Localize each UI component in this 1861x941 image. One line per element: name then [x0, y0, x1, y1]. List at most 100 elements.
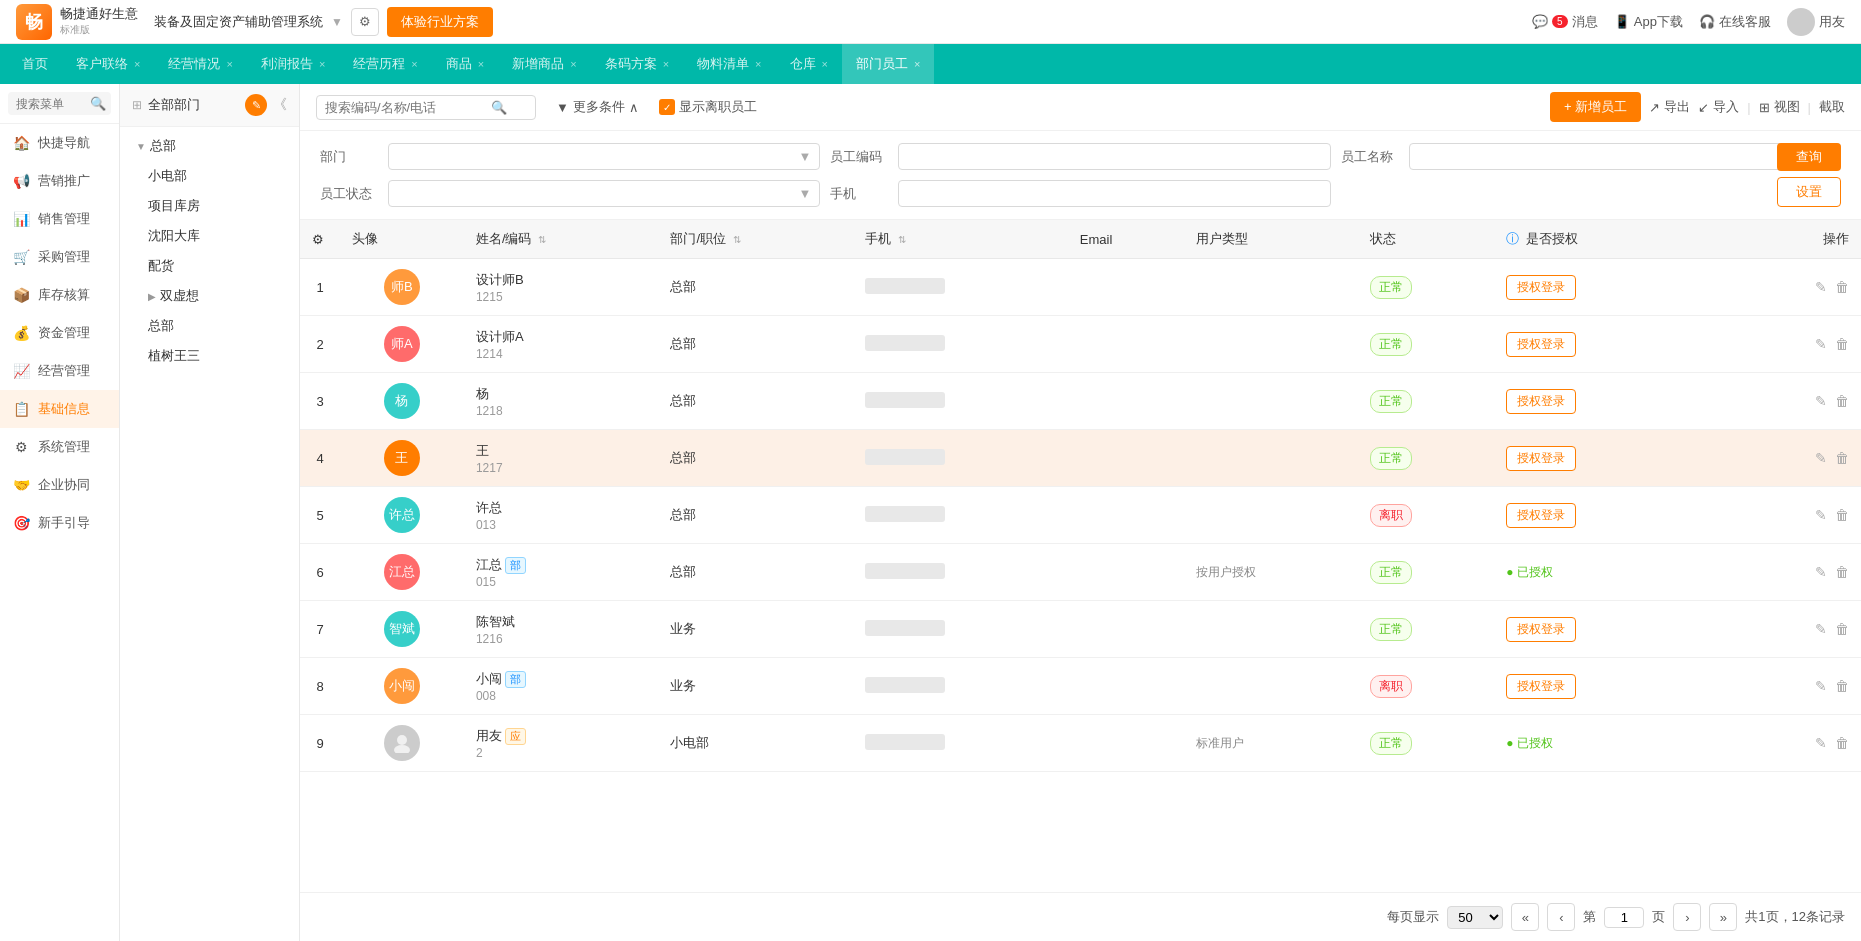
edit-icon[interactable]: ✎ — [1815, 450, 1827, 466]
set-button[interactable]: 设置 — [1777, 177, 1841, 207]
tab-customer[interactable]: 客户联络× — [62, 44, 154, 84]
sidebar-item-marketing[interactable]: 📢 营销推广 — [0, 162, 119, 200]
export-button[interactable]: ↗ 导出 — [1649, 98, 1690, 116]
auth-login-button[interactable]: 授权登录 — [1506, 389, 1576, 414]
delete-icon[interactable]: 🗑 — [1835, 735, 1849, 751]
delete-icon[interactable]: 🗑 — [1835, 279, 1849, 295]
delete-icon[interactable]: 🗑 — [1835, 564, 1849, 580]
search-input[interactable] — [325, 100, 485, 115]
tab-employees[interactable]: 部门员工× — [842, 44, 934, 84]
delete-icon[interactable]: 🗑 — [1835, 507, 1849, 523]
status-badge: 正常 — [1370, 561, 1412, 584]
sidebar-search-input[interactable] — [16, 97, 86, 111]
dept-node-xiaodiandept[interactable]: 小电部 — [120, 161, 299, 191]
edit-icon[interactable]: ✎ — [1815, 735, 1827, 751]
row-num: 9 — [300, 715, 340, 772]
show-resigned-checkbox[interactable]: ✓ 显示离职员工 — [659, 98, 757, 116]
query-button[interactable]: 查询 — [1777, 143, 1841, 171]
dept-node-distribution[interactable]: 配货 — [120, 251, 299, 281]
online-service-button[interactable]: 🎧 在线客服 — [1699, 13, 1771, 31]
auth-login-button[interactable]: 授权登录 — [1506, 275, 1576, 300]
dept-collapse-button[interactable]: 《 — [273, 96, 287, 114]
prev-page-button[interactable]: ‹ — [1547, 903, 1575, 931]
dept-node-zongbu[interactable]: 总部 — [120, 311, 299, 341]
first-page-button[interactable]: « — [1511, 903, 1539, 931]
dept-node-project[interactable]: 项目库房 — [120, 191, 299, 221]
sidebar-item-system[interactable]: ⚙ 系统管理 — [0, 428, 119, 466]
edit-icon[interactable]: ✎ — [1815, 279, 1827, 295]
auth-login-button[interactable]: 授权登录 — [1506, 332, 1576, 357]
sidebar-item-purchase[interactable]: 🛒 采购管理 — [0, 238, 119, 276]
edit-icon[interactable]: ✎ — [1815, 507, 1827, 523]
edit-icon[interactable]: ✎ — [1815, 678, 1827, 694]
row-operations: ✎🗑 — [1741, 658, 1861, 715]
edit-icon[interactable]: ✎ — [1815, 393, 1827, 409]
dept-edit-button[interactable]: ✎ — [245, 94, 267, 116]
delete-icon[interactable]: 🗑 — [1835, 393, 1849, 409]
dept-node-root[interactable]: ▼ 总部 — [120, 131, 299, 161]
settings-icon[interactable]: ⚙ — [351, 8, 379, 36]
sidebar-item-nav[interactable]: 🏠 快捷导航 — [0, 124, 119, 162]
filter-phone-input[interactable] — [898, 180, 1330, 207]
auth-login-button[interactable]: 授权登录 — [1506, 503, 1576, 528]
avatar-circle: 王 — [384, 440, 420, 476]
tab-profit[interactable]: 利润报告× — [247, 44, 339, 84]
filter-code-input[interactable] — [898, 143, 1330, 170]
tab-home[interactable]: 首页 — [8, 44, 62, 84]
delete-icon[interactable]: 🗑 — [1835, 621, 1849, 637]
message-button[interactable]: 💬 5 消息 — [1532, 13, 1598, 31]
tab-new-goods[interactable]: 新增商品× — [498, 44, 590, 84]
next-page-button[interactable]: › — [1673, 903, 1701, 931]
sidebar-item-basic[interactable]: 📋 基础信息 — [0, 390, 119, 428]
filter-status-select[interactable]: ▼ — [388, 180, 820, 207]
edit-icon[interactable]: ✎ — [1815, 621, 1827, 637]
last-page-button[interactable]: » — [1709, 903, 1737, 931]
sidebar-item-guide[interactable]: 🎯 新手引导 — [0, 504, 119, 542]
col-name[interactable]: 姓名/编码 ⇅ — [464, 220, 659, 259]
row-operations: ✎🗑 — [1741, 316, 1861, 373]
sidebar-item-collab[interactable]: 🤝 企业协同 — [0, 466, 119, 504]
edit-icon[interactable]: ✎ — [1815, 564, 1827, 580]
dept-node-zhishu[interactable]: 植树王三 — [120, 341, 299, 371]
tab-goods[interactable]: 商品× — [432, 44, 498, 84]
col-dept[interactable]: 部门/职位 ⇅ — [658, 220, 853, 259]
auth-login-button[interactable]: 授权登录 — [1506, 617, 1576, 642]
sidebar-search-wrap[interactable]: 🔍 — [8, 92, 111, 115]
delete-icon[interactable]: 🗑 — [1835, 336, 1849, 352]
delete-icon[interactable]: 🗑 — [1835, 450, 1849, 466]
app-download-button[interactable]: 📱 App下载 — [1614, 13, 1683, 31]
status-badge: 正常 — [1370, 390, 1412, 413]
auth-login-button[interactable]: 授权登录 — [1506, 446, 1576, 471]
row-empty — [1692, 430, 1742, 487]
page-label: 第 — [1583, 908, 1596, 926]
tab-bom[interactable]: 物料清单× — [683, 44, 775, 84]
page-input[interactable] — [1604, 907, 1644, 928]
sidebar-item-business[interactable]: 📈 经营管理 — [0, 352, 119, 390]
tab-operation[interactable]: 经营情况× — [154, 44, 246, 84]
col-phone[interactable]: 手机 ⇅ — [853, 220, 1068, 259]
user-menu[interactable]: 用友 — [1787, 8, 1845, 36]
more-filter-button[interactable]: ▼ 更多条件 ∧ — [548, 94, 647, 120]
sidebar-item-inventory[interactable]: 📦 库存核算 — [0, 276, 119, 314]
sidebar-item-finance[interactable]: 💰 资金管理 — [0, 314, 119, 352]
tab-barcode[interactable]: 条码方案× — [591, 44, 683, 84]
search-input-wrap[interactable]: 🔍 — [316, 95, 536, 120]
view-button[interactable]: ⊞ 视图 — [1759, 98, 1800, 116]
filter-dept-select[interactable]: ▼ — [388, 143, 820, 170]
dept-node-shenyang[interactable]: 沈阳大库 — [120, 221, 299, 251]
more-button[interactable]: 截取 — [1819, 98, 1845, 116]
dept-node-shuangxu[interactable]: ▶ 双虚想 — [120, 281, 299, 311]
row-auth: 授权登录 — [1494, 487, 1691, 544]
add-employee-button[interactable]: + 新增员工 — [1550, 92, 1641, 122]
auth-login-button[interactable]: 授权登录 — [1506, 674, 1576, 699]
trial-button[interactable]: 体验行业方案 — [387, 7, 493, 37]
edit-icon[interactable]: ✎ — [1815, 336, 1827, 352]
delete-icon[interactable]: 🗑 — [1835, 678, 1849, 694]
tab-history[interactable]: 经营历程× — [339, 44, 431, 84]
tab-warehouse[interactable]: 仓库× — [776, 44, 842, 84]
col-settings[interactable]: ⚙ — [300, 220, 340, 259]
view-icon: ⊞ — [1759, 100, 1770, 115]
import-button[interactable]: ↙ 导入 — [1698, 98, 1739, 116]
page-size-select[interactable]: 50 100 200 — [1447, 906, 1503, 929]
sidebar-item-sales[interactable]: 📊 销售管理 — [0, 200, 119, 238]
